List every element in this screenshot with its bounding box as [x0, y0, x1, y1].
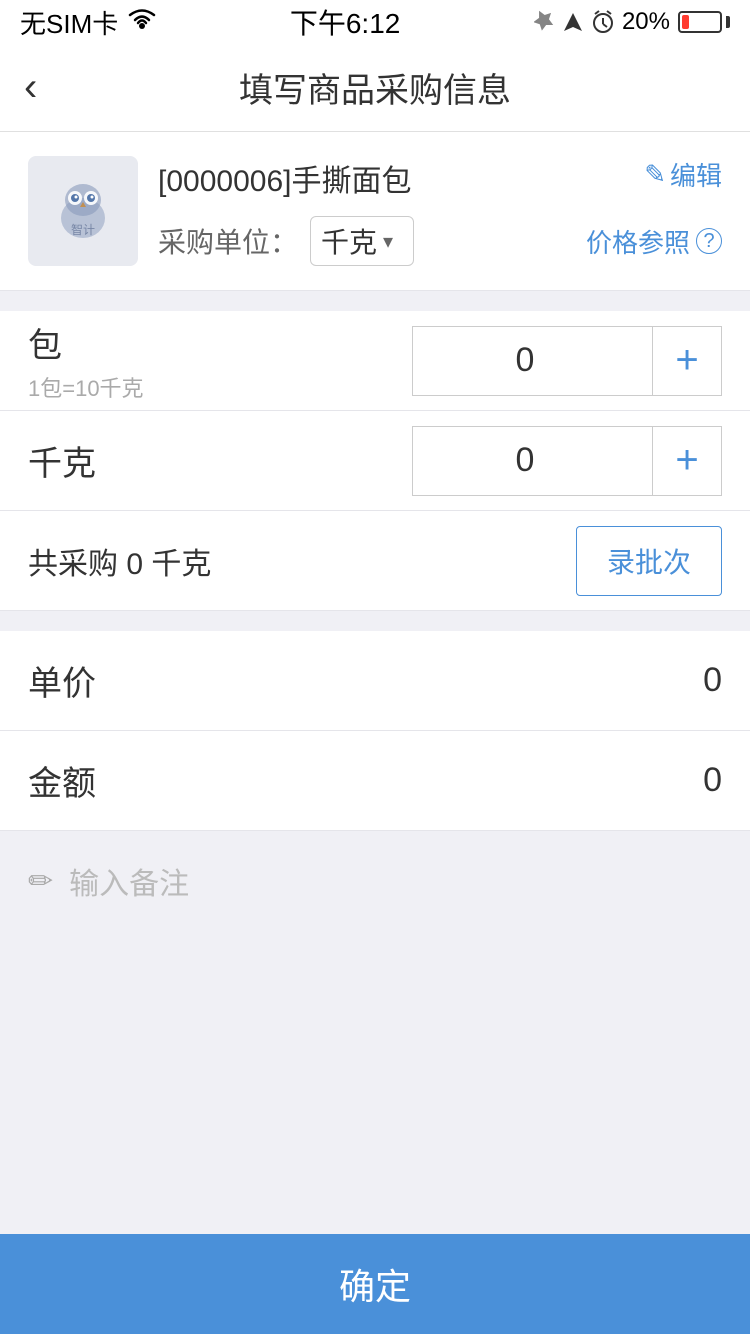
- unit-price-value: 0: [703, 661, 722, 700]
- record-batch-button[interactable]: 录批次: [576, 526, 722, 596]
- battery-indicator: [678, 11, 730, 33]
- bag-input-control: +: [412, 326, 722, 396]
- edit-label: 编辑: [670, 156, 722, 193]
- nav-bar: ‹ 填写商品采购信息: [0, 44, 750, 132]
- bag-label-main: 包: [28, 318, 144, 367]
- price-ref-icon: ?: [696, 228, 722, 254]
- status-right: 20%: [534, 8, 730, 36]
- alarm-icon: [592, 10, 614, 34]
- unit-price-row: 单价 0: [0, 631, 750, 731]
- product-logo: 智计: [43, 171, 123, 251]
- section-divider-1: [0, 291, 750, 311]
- bag-input-row: 包 1包=10千克 +: [0, 311, 750, 411]
- confirm-label: 确定: [339, 1258, 411, 1310]
- remark-placeholder: 输入备注: [69, 859, 189, 903]
- bag-plus-button[interactable]: +: [652, 326, 722, 396]
- pencil-icon: ✏: [28, 864, 53, 899]
- bag-label-sub: 1包=10千克: [28, 371, 144, 403]
- price-ref-label: 价格参照: [586, 223, 690, 260]
- battery-percent: 20%: [622, 8, 670, 36]
- kg-plus-icon: +: [675, 438, 698, 483]
- page-title: 填写商品采购信息: [239, 63, 511, 112]
- amount-row: 金额 0: [0, 731, 750, 831]
- amount-label: 金额: [28, 756, 96, 805]
- amount-value: 0: [703, 761, 722, 800]
- unit-dropdown-icon: ▾: [383, 229, 393, 254]
- status-left: 无SIM卡: [20, 4, 156, 41]
- kg-input-control: +: [412, 426, 722, 496]
- unit-select[interactable]: 千克 ▾: [310, 216, 414, 266]
- carrier-text: 无SIM卡: [20, 4, 118, 41]
- time-text: 下午6:12: [290, 2, 401, 42]
- kg-plus-button[interactable]: +: [652, 426, 722, 496]
- content-spacer: [0, 931, 750, 1211]
- edit-button[interactable]: ✎ 编辑: [644, 156, 722, 193]
- status-bar: 无SIM卡 下午6:12: [0, 0, 750, 44]
- product-name: [0000006]手撕面包: [158, 156, 411, 200]
- back-button[interactable]: ‹: [24, 65, 37, 110]
- kg-quantity-input[interactable]: [412, 426, 652, 496]
- wifi-icon: [128, 8, 156, 37]
- product-info: [0000006]手撕面包 ✎ 编辑 采购单位： 千克 ▾: [158, 156, 722, 266]
- location-icon: [534, 10, 554, 34]
- unit-row: 采购单位： 千克 ▾: [158, 216, 414, 266]
- confirm-button[interactable]: 确定: [0, 1234, 750, 1334]
- bag-quantity-input[interactable]: [412, 326, 652, 396]
- location-arrow-icon: [562, 11, 584, 33]
- total-label: 共采购 0 千克: [28, 539, 211, 583]
- kg-label: 千克: [28, 436, 96, 485]
- unit-value: 千克: [321, 221, 377, 261]
- price-section: 单价 0 金额 0: [0, 631, 750, 831]
- unit-label: 采购单位：: [158, 221, 298, 261]
- brand-icon: 智计: [43, 176, 123, 246]
- product-info-bottom: 采购单位： 千克 ▾ 价格参照 ?: [158, 216, 722, 266]
- edit-icon: ✎: [644, 159, 666, 190]
- bag-plus-icon: +: [675, 338, 698, 383]
- kg-label-main: 千克: [28, 436, 96, 485]
- remark-section[interactable]: ✏ 输入备注: [0, 831, 750, 931]
- product-image: 智计: [28, 156, 138, 266]
- total-row: 共采购 0 千克 录批次: [0, 511, 750, 611]
- section-divider-2: [0, 611, 750, 631]
- kg-input-row: 千克 +: [0, 411, 750, 511]
- product-card: 智计 [0000006]手撕面包 ✎ 编辑 采购单位： 千克: [0, 132, 750, 291]
- product-info-top: [0000006]手撕面包 ✎ 编辑: [158, 156, 722, 200]
- price-reference-button[interactable]: 价格参照 ?: [586, 223, 722, 260]
- unit-price-label: 单价: [28, 656, 96, 705]
- svg-text:智计: 智计: [71, 222, 95, 237]
- input-section: 包 1包=10千克 + 千克 +: [0, 311, 750, 511]
- bag-label: 包 1包=10千克: [28, 318, 144, 403]
